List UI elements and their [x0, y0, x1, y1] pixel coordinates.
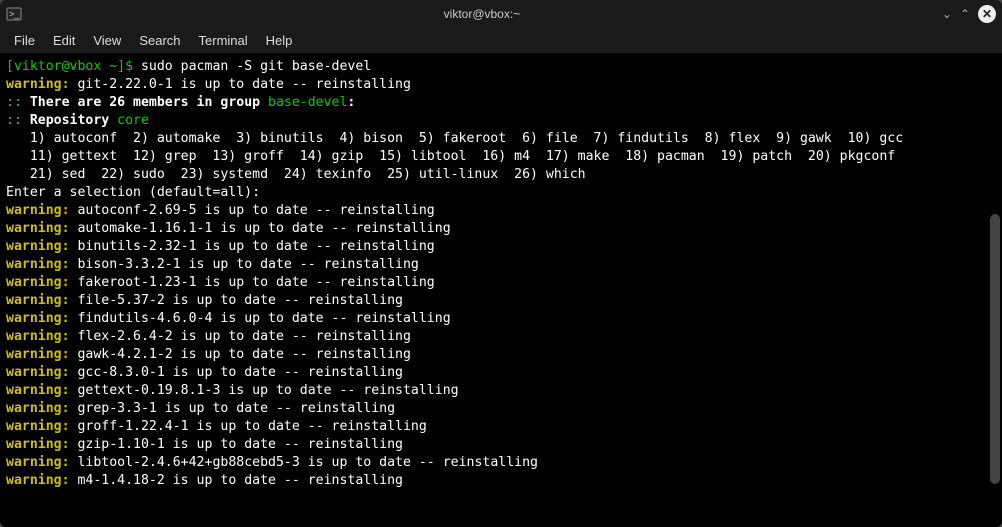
menu-search[interactable]: Search — [131, 30, 188, 51]
menu-terminal[interactable]: Terminal — [191, 30, 256, 51]
terminal-window: >_ viktor@vbox:~ ⌄ ⌃ ✕ File Edit View Se… — [0, 0, 1002, 527]
minimize-button[interactable]: ⌄ — [942, 7, 952, 21]
terminal-viewport[interactable]: [viktor@vbox ~]$ sudo pacman -S git base… — [0, 54, 1002, 527]
maximize-button[interactable]: ⌃ — [960, 7, 970, 21]
window-title: viktor@vbox:~ — [22, 7, 942, 21]
close-button[interactable]: ✕ — [978, 5, 996, 23]
terminal-output: [viktor@vbox ~]$ sudo pacman -S git base… — [0, 54, 1002, 494]
svg-text:>_: >_ — [9, 9, 20, 19]
titlebar[interactable]: >_ viktor@vbox:~ ⌄ ⌃ ✕ — [0, 0, 1002, 28]
scrollbar-thumb[interactable] — [990, 214, 1000, 484]
menubar: File Edit View Search Terminal Help — [0, 28, 1002, 54]
terminal-app-icon: >_ — [6, 6, 22, 22]
menu-help[interactable]: Help — [258, 30, 301, 51]
menu-view[interactable]: View — [85, 30, 129, 51]
menu-file[interactable]: File — [6, 30, 43, 51]
menu-edit[interactable]: Edit — [45, 30, 83, 51]
